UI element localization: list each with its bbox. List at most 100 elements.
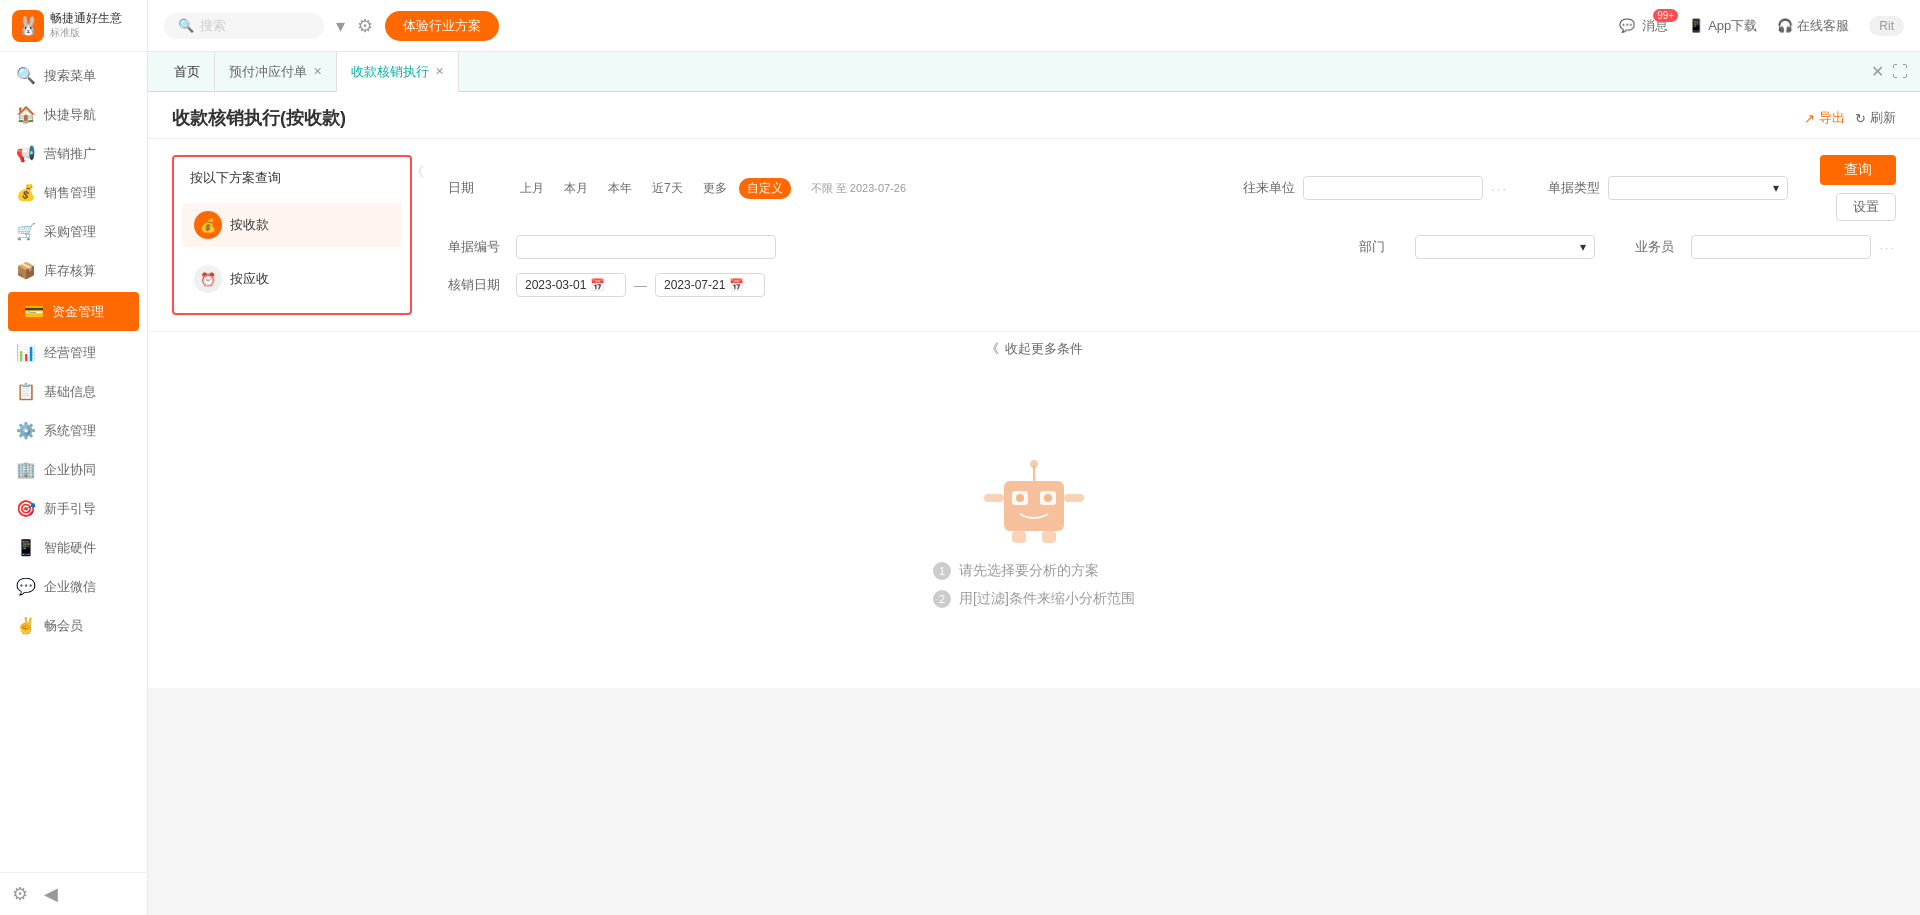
sidebar-item-search[interactable]: 🔍 搜索菜单 (0, 56, 147, 95)
verify-date-label: 核销日期 (448, 276, 500, 294)
sidebar-item-label: 经营管理 (44, 344, 96, 362)
tab-home[interactable]: 首页 (160, 52, 215, 92)
tab-prepay[interactable]: 预付冲应付单 ✕ (215, 52, 337, 92)
filter-panel: 按以下方案查询 💰 按收款 ⏰ 按应收 《 日期 上月 本月 (148, 139, 1920, 331)
date-range-note: 不限 至 2023-07-26 (811, 181, 906, 196)
sidebar-item-basic-info[interactable]: 📋 基础信息 (0, 372, 147, 411)
staff-input[interactable] (1691, 235, 1871, 259)
search-bar[interactable]: 🔍 搜索 (164, 13, 324, 39)
filter-option-by-receipt[interactable]: 💰 按收款 (182, 203, 402, 247)
staff-label: 业务员 (1635, 238, 1683, 256)
wechat-icon: 💬 (16, 577, 36, 596)
collapse-sidebar-button[interactable]: ◀ (44, 883, 58, 905)
sidebar-item-label: 搜索菜单 (44, 67, 96, 85)
system-icon: ⚙️ (16, 421, 36, 440)
export-button[interactable]: ↗ 导出 (1804, 109, 1845, 127)
search-icon: 🔍 (178, 18, 194, 33)
tab-home-label: 首页 (174, 63, 200, 81)
bill-type-field: 单据类型 ▾ (1548, 176, 1788, 200)
filter-option-receipt-label: 按收款 (230, 216, 269, 234)
inventory-icon: 📦 (16, 261, 36, 280)
svg-point-4 (1044, 494, 1052, 502)
filter-action-buttons: 查询 设置 (1820, 155, 1896, 221)
sidebar-item-label: 新手引导 (44, 500, 96, 518)
sidebar-item-guide[interactable]: 🎯 新手引导 (0, 489, 147, 528)
query-button[interactable]: 查询 (1820, 155, 1896, 185)
export-icon: ↗ (1804, 111, 1815, 126)
svg-rect-8 (1064, 494, 1084, 502)
sidebar-item-inventory[interactable]: 📦 库存核算 (0, 251, 147, 290)
verify-date-start[interactable]: 2023-03-01 📅 (516, 273, 626, 297)
sidebar-item-finance[interactable]: 💳 资金管理 (8, 292, 139, 331)
collapse-more-button[interactable]: 《 收起更多条件 (148, 331, 1920, 366)
date-7-days[interactable]: 近7天 (644, 178, 691, 199)
marketing-icon: 📢 (16, 144, 36, 163)
app-icon: 📱 (1688, 18, 1704, 33)
message-badge[interactable]: 💬 消息 99+ (1619, 17, 1669, 35)
tab-receipt-exec-close[interactable]: ✕ (435, 65, 444, 78)
topbar-settings-icon[interactable]: ⚙ (357, 15, 373, 37)
dept-chevron: ▾ (1580, 240, 1586, 254)
topbar: 🔍 搜索 ▾ ⚙ 体验行业方案 💬 消息 99+ 📱 App下载 🎧 在线客服 … (148, 0, 1920, 52)
app-download[interactable]: 📱 App下载 (1688, 17, 1757, 35)
basic-info-icon: 📋 (16, 382, 36, 401)
search-placeholder: 搜索 (200, 17, 226, 35)
sidebar-item-system[interactable]: ⚙️ 系统管理 (0, 411, 147, 450)
date-custom[interactable]: 自定义 (739, 178, 791, 199)
sidebar-item-member[interactable]: ✌️ 畅会员 (0, 606, 147, 645)
verify-date-end[interactable]: 2023-07-21 📅 (655, 273, 765, 297)
tab-receipt-exec[interactable]: 收款核销执行 ✕ (337, 52, 459, 92)
sidebar-item-sales[interactable]: 💰 销售管理 (0, 173, 147, 212)
dept-select[interactable]: ▾ (1415, 235, 1595, 259)
sidebar-item-label: 库存核算 (44, 262, 96, 280)
staff-dots[interactable]: ··· (1879, 240, 1896, 255)
sidebar-item-hardware[interactable]: 📱 智能硬件 (0, 528, 147, 567)
filter-row-1: 日期 上月 本月 本年 近7天 更多 自定义 不限 至 2023-07-26 往… (448, 155, 1896, 221)
sidebar-item-marketing[interactable]: 📢 营销推广 (0, 134, 147, 173)
member-icon: ✌️ (16, 616, 36, 635)
bill-type-select[interactable]: ▾ (1608, 176, 1788, 200)
solution-button[interactable]: 体验行业方案 (385, 11, 499, 41)
sidebar-bottom: ⚙ ◀ (0, 872, 147, 915)
date-last-month[interactable]: 上月 (512, 178, 552, 199)
user-profile[interactable]: Rit (1869, 16, 1904, 36)
bill-no-label: 单据编号 (448, 238, 500, 256)
date-quick-buttons: 上月 本月 本年 近7天 更多 自定义 (512, 178, 791, 199)
filter-option-by-receivable[interactable]: ⏰ 按应收 (182, 257, 402, 301)
sidebar-item-label: 资金管理 (52, 303, 104, 321)
online-service[interactable]: 🎧 在线客服 (1777, 17, 1849, 35)
date-more[interactable]: 更多 (695, 178, 735, 199)
main-area: 🔍 搜索 ▾ ⚙ 体验行业方案 💬 消息 99+ 📱 App下载 🎧 在线客服 … (148, 0, 1920, 915)
settings-button[interactable]: 设置 (1836, 193, 1896, 221)
date-dash: — (634, 278, 647, 293)
page-content: 收款核销执行(按收款) ↗ 导出 ↻ 刷新 按以下方案查询 💰 按收款 (148, 92, 1920, 915)
sidebar-item-label: 营销推广 (44, 145, 96, 163)
home-icon: 🏠 (16, 105, 36, 124)
svg-rect-7 (984, 494, 1004, 502)
tab-close-all[interactable]: ✕ (1871, 62, 1884, 81)
date-this-month[interactable]: 本月 (556, 178, 596, 199)
bill-no-input[interactable] (516, 235, 776, 259)
counterparty-input[interactable] (1303, 176, 1483, 200)
sidebar-item-wechat[interactable]: 💬 企业微信 (0, 567, 147, 606)
tab-maximize[interactable]: ⛶ (1892, 63, 1908, 81)
filter-form: 日期 上月 本月 本年 近7天 更多 自定义 不限 至 2023-07-26 往… (424, 155, 1920, 331)
receivable-scheme-icon: ⏰ (194, 265, 222, 293)
sidebar-item-enterprise[interactable]: 🏢 企业协同 (0, 450, 147, 489)
page-title: 收款核销执行(按收款) (172, 106, 346, 130)
refresh-button[interactable]: ↻ 刷新 (1855, 109, 1896, 127)
date-this-year[interactable]: 本年 (600, 178, 640, 199)
tab-prepay-close[interactable]: ✕ (313, 65, 322, 78)
verify-date-range: 2023-03-01 📅 — 2023-07-21 📅 (516, 273, 765, 297)
sidebar-item-quick-nav[interactable]: 🏠 快捷导航 (0, 95, 147, 134)
filter-collapse-arrow[interactable]: 《 (411, 163, 424, 331)
settings-button[interactable]: ⚙ (12, 883, 28, 905)
dropdown-arrow[interactable]: ▾ (336, 15, 345, 37)
message-icon: 💬 (1619, 18, 1635, 33)
sidebar-item-purchase[interactable]: 🛒 采购管理 (0, 212, 147, 251)
purchase-icon: 🛒 (16, 222, 36, 241)
page-actions: ↗ 导出 ↻ 刷新 (1804, 109, 1896, 127)
sidebar-item-operations[interactable]: 📊 经营管理 (0, 333, 147, 372)
empty-state: 1 请先选择要分析的方案 2 用[过滤]条件来缩小分析范围 (148, 366, 1920, 688)
counterparty-dots[interactable]: ··· (1491, 181, 1508, 196)
